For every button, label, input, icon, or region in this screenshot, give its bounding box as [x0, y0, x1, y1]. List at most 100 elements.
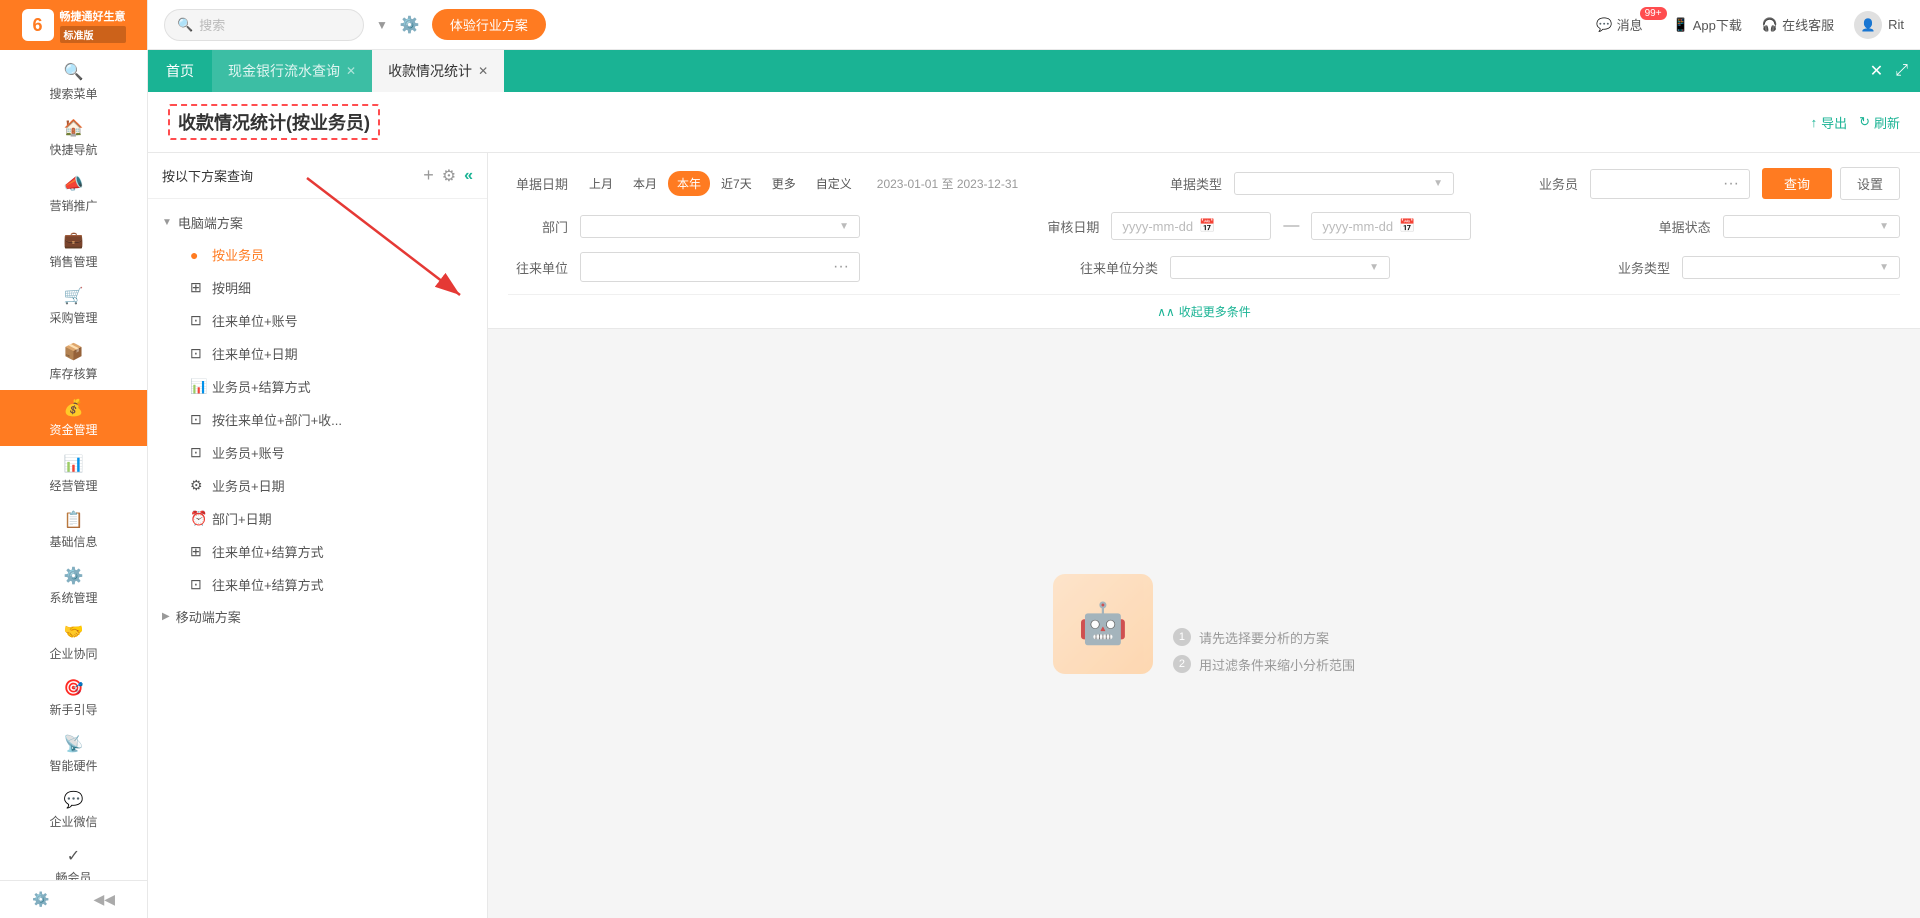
sidebar-item-corp[interactable]: 🤝 企业协同 [0, 614, 147, 670]
export-button[interactable]: ↑ 导出 [1811, 113, 1848, 132]
messages-action[interactable]: 💬 消息 99+ [1596, 15, 1652, 34]
online-service-action[interactable]: 🎧 在线客服 [1762, 15, 1834, 34]
search-icon: 🔍 [64, 62, 84, 82]
audit-end-placeholder: yyyy-mm-dd [1322, 219, 1393, 234]
sidebar-item-label: 资金管理 [49, 421, 97, 438]
scheme-item-unit-settle2[interactable]: ⊡ 往来单位+结算方式 [162, 568, 487, 601]
tabbar: 首页 现金银行流水查询 ✕ 收款情况统计 ✕ ✕ ⤢ [148, 50, 1920, 92]
tab-bank[interactable]: 现金银行流水查询 ✕ [212, 50, 372, 92]
scheme-item-unit-settle1[interactable]: ⊞ 往来单位+结算方式 [162, 535, 487, 568]
salesperson-account-icon: ⊡ [190, 444, 206, 461]
date-btn-custom[interactable]: 自定义 [807, 171, 861, 196]
app-download-action[interactable]: 📱 App下载 [1673, 15, 1742, 34]
date-label: 单据日期 [508, 174, 568, 193]
calendar-icon: 📅 [1399, 218, 1415, 234]
unit-dept-receipt-icon: ⊡ [190, 411, 206, 428]
filter-settings-button[interactable]: 设置 [1840, 167, 1900, 200]
sidebar-item-basic[interactable]: 📋 基础信息 [0, 502, 147, 558]
expand-arrow-icon: ▼ [162, 217, 172, 228]
scheme-item-salesperson-settle[interactable]: 📊 业务员+结算方式 [162, 370, 487, 403]
doc-status-select[interactable]: ▼ [1723, 215, 1900, 238]
scheme-item-unit-dept-receipt[interactable]: ⊡ 按往来单位+部门+收... [162, 403, 487, 436]
user-area[interactable]: 👤 Rit [1854, 11, 1904, 39]
tab-close-icon[interactable]: ✕ [478, 64, 488, 78]
scheme-item-detail[interactable]: ⊞ 按明细 [162, 271, 487, 304]
scheme-collapse-icon[interactable]: « [464, 167, 473, 185]
audit-start-date[interactable]: yyyy-mm-dd 📅 [1111, 212, 1271, 240]
scheme-item-unit-account[interactable]: ⊡ 往来单位+账号 [162, 304, 487, 337]
biz-type-select[interactable]: ▼ [1682, 256, 1900, 279]
dept-select[interactable]: ▼ [580, 215, 860, 238]
logo-icon: 6 [22, 9, 54, 41]
sidebar-item-sales[interactable]: 💼 销售管理 [0, 222, 147, 278]
date-btn-more[interactable]: 更多 [763, 171, 805, 196]
scheme-item-salesperson-date[interactable]: ⚙ 业务员+日期 [162, 469, 487, 502]
scheme-item-dept-date[interactable]: ⏰ 部门+日期 [162, 502, 487, 535]
scheme-group-pc-title[interactable]: ▼ 电脑端方案 [148, 207, 487, 238]
close-window-icon[interactable]: ✕ [1870, 61, 1883, 81]
scheme-group-pc-items: ● 按业务员 ⊞ 按明细 ⊡ 往来单位+账号 [148, 238, 487, 601]
sidebar-item-finance[interactable]: 💰 资金管理 [0, 390, 147, 446]
sidebar-item-system[interactable]: ⚙️ 系统管理 [0, 558, 147, 614]
settings-bottom-icon[interactable]: ⚙️ [32, 891, 49, 908]
maximize-icon[interactable]: ⤢ [1895, 62, 1908, 80]
sidebar-item-inventory[interactable]: 📦 库存核算 [0, 334, 147, 390]
dept-chevron-icon: ▼ [839, 221, 849, 232]
sidebar-item-marketing[interactable]: 📣 营销推广 [0, 166, 147, 222]
trial-button[interactable]: 体验行业方案 [432, 9, 546, 40]
scheme-item-label: 业务员+结算方式 [212, 377, 311, 396]
sidebar-bottom: ⚙️ ◀◀ [0, 880, 147, 918]
date-btn-7days[interactable]: 近7天 [712, 171, 761, 196]
doc-type-label: 单据类型 [1162, 174, 1222, 193]
sidebar-item-search[interactable]: 🔍 搜索菜单 [0, 54, 147, 110]
tab-home[interactable]: 首页 [148, 50, 212, 92]
search-input-area[interactable]: 🔍 搜索 [164, 9, 364, 41]
topbar-actions: 💬 消息 99+ 📱 App下载 🎧 在线客服 👤 Rit [1596, 11, 1904, 39]
tab-close-icon[interactable]: ✕ [346, 64, 356, 78]
scheme-item-salesperson-account[interactable]: ⊡ 业务员+账号 [162, 436, 487, 469]
salesperson-select[interactable]: ··· [1590, 169, 1750, 199]
date-btn-this-month[interactable]: 本月 [624, 171, 666, 196]
scheme-panel: 按以下方案查询 + ⚙ « ▼ 电脑端方案 ● [148, 153, 488, 918]
sidebar-item-label: 智能硬件 [49, 757, 97, 774]
tab-receipt[interactable]: 收款情况统计 ✕ [372, 50, 504, 92]
collapse-sidebar-icon[interactable]: ◀◀ [93, 891, 115, 908]
scheme-item-unit-date[interactable]: ⊡ 往来单位+日期 [162, 337, 487, 370]
empty-tips: 1 请先选择要分析的方案 2 用过滤条件来缩小分析范围 [1173, 628, 1355, 674]
unit-select[interactable]: ··· [580, 252, 860, 282]
date-btn-this-year[interactable]: 本年 [668, 171, 710, 196]
date-btn-last-month[interactable]: 上月 [580, 171, 622, 196]
salesperson-dots-icon[interactable]: ··· [1723, 175, 1739, 193]
sidebar-item-hardware[interactable]: 📡 智能硬件 [0, 726, 147, 782]
scheme-header-title: 按以下方案查询 [162, 166, 415, 185]
sidebar-item-purchase[interactable]: 🛒 采购管理 [0, 278, 147, 334]
scheme-settings-icon[interactable]: ⚙ [442, 166, 456, 186]
member-icon: ✓ [67, 846, 80, 866]
right-content: 单据日期 上月 本月 本年 近7天 更多 自定义 2023-01-01 至 20… [488, 153, 1920, 918]
sidebar-item-member[interactable]: ✓ 畅会员 [0, 838, 147, 880]
unit-category-select[interactable]: ▼ [1170, 256, 1390, 279]
unit-dots-icon[interactable]: ··· [833, 258, 849, 276]
sidebar-item-wechat[interactable]: 💬 企业微信 [0, 782, 147, 838]
add-scheme-button[interactable]: + [423, 165, 434, 186]
filter-row-1: 单据日期 上月 本月 本年 近7天 更多 自定义 2023-01-01 至 20… [508, 167, 1900, 200]
audit-end-date[interactable]: yyyy-mm-dd 📅 [1311, 212, 1471, 240]
page-title: 收款情况统计(按业务员) [178, 109, 370, 135]
finance-icon: 💰 [64, 398, 84, 418]
sidebar-item-quicknav[interactable]: 🏠 快捷导航 [0, 110, 147, 166]
sidebar-item-operations[interactable]: 📊 经营管理 [0, 446, 147, 502]
scheme-item-salesperson[interactable]: ● 按业务员 [162, 238, 487, 271]
refresh-button[interactable]: ↻ 刷新 [1859, 113, 1900, 132]
settings-icon[interactable]: ⚙️ [400, 15, 420, 35]
date-dash: — [1283, 217, 1299, 235]
topbar: 🔍 搜索 ▼ ⚙️ 体验行业方案 💬 消息 99+ 📱 App下载 🎧 在线客服… [148, 0, 1920, 50]
scheme-group-mobile-title[interactable]: ▶ 移动端方案 [148, 601, 487, 632]
dropdown-arrow-icon[interactable]: ▼ [376, 18, 388, 32]
sidebar-item-label: 快捷导航 [49, 141, 97, 158]
query-button[interactable]: 查询 [1762, 168, 1832, 199]
tip-num-1: 1 [1173, 628, 1191, 646]
collapse-bar[interactable]: ∧∧ 收起更多条件 [508, 294, 1900, 328]
doc-type-select[interactable]: ▼ [1234, 172, 1454, 195]
avatar: 👤 [1854, 11, 1882, 39]
sidebar-item-guide[interactable]: 🎯 新手引导 [0, 670, 147, 726]
